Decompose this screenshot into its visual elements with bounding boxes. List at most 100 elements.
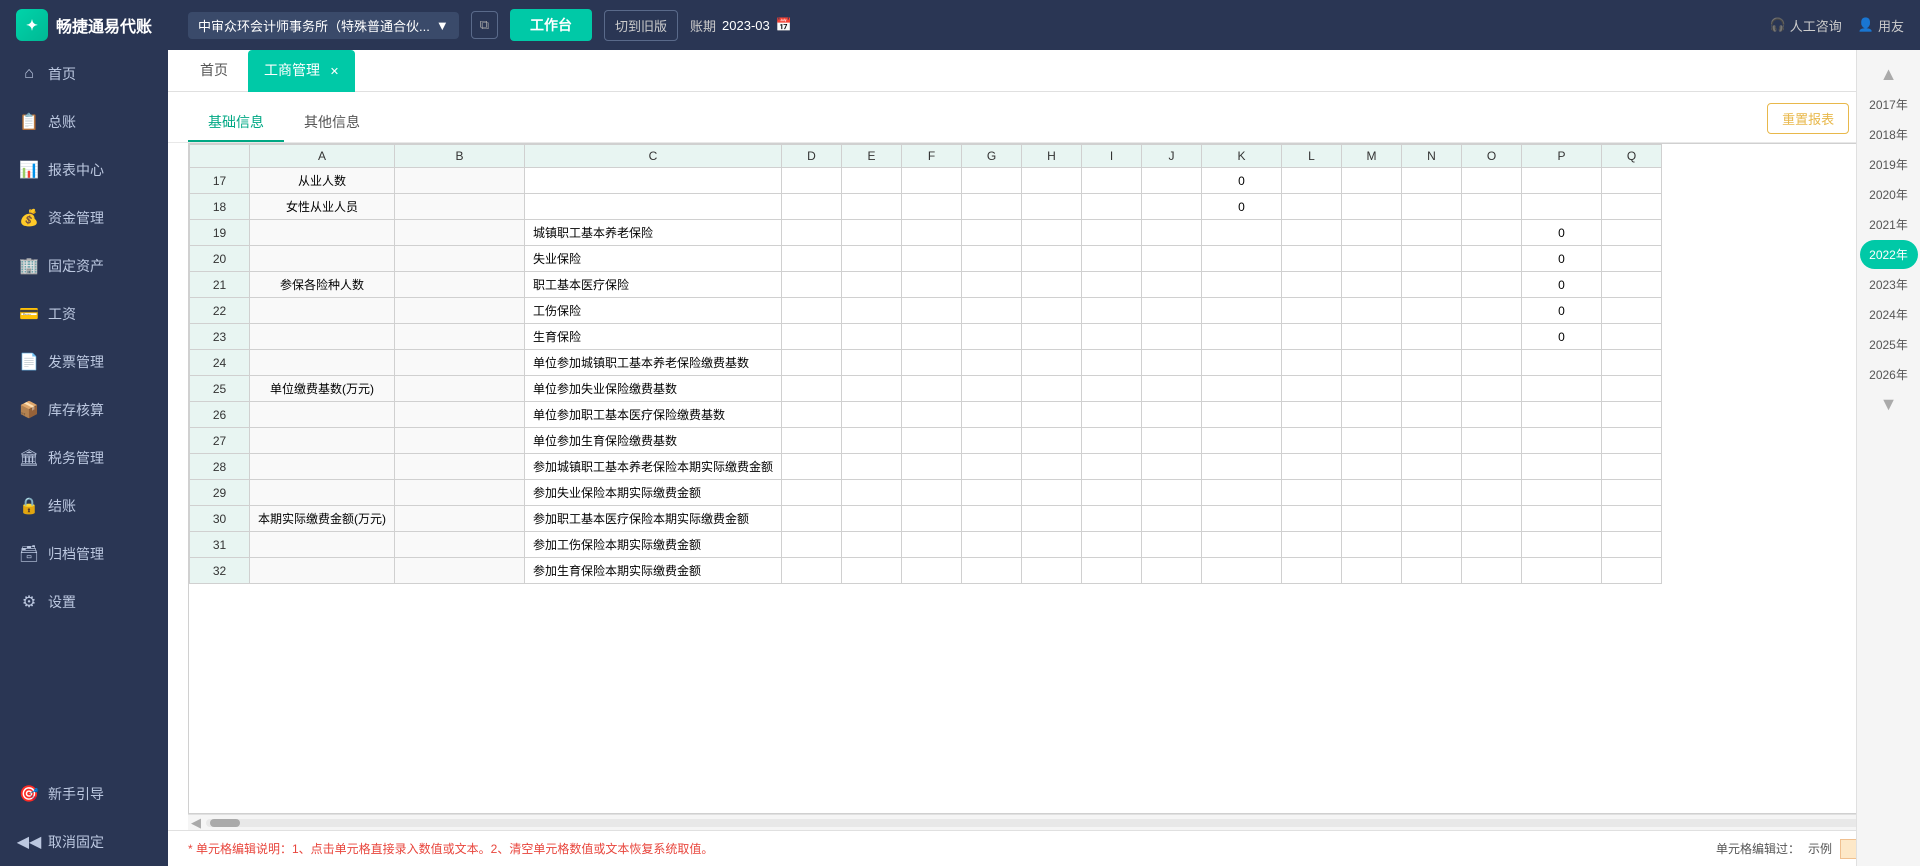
cell-empty[interactable] xyxy=(1462,220,1522,246)
cell-col-k[interactable] xyxy=(1202,298,1282,324)
cell-empty[interactable] xyxy=(1022,428,1082,454)
cell-empty[interactable] xyxy=(902,454,962,480)
cell-col-p[interactable] xyxy=(1522,376,1602,402)
cell-col-p[interactable] xyxy=(1522,506,1602,532)
cell-empty[interactable] xyxy=(1142,376,1202,402)
sidebar-item-invoice[interactable]: 📄 发票管理 xyxy=(0,338,168,386)
cell-empty[interactable] xyxy=(842,220,902,246)
cell-empty[interactable] xyxy=(1022,324,1082,350)
cell-col-b[interactable] xyxy=(395,558,525,584)
cell-empty[interactable] xyxy=(1342,532,1402,558)
cell-empty[interactable] xyxy=(1282,350,1342,376)
cell-empty[interactable] xyxy=(1082,298,1142,324)
year-item[interactable]: 2019年 xyxy=(1860,150,1918,179)
cell-col-p[interactable] xyxy=(1522,194,1602,220)
spreadsheet-scroll[interactable]: A B C D E F G H I J K L M xyxy=(188,143,1900,814)
cell-empty[interactable] xyxy=(1462,350,1522,376)
cell-col-b[interactable] xyxy=(395,272,525,298)
calendar-icon[interactable]: 📅 xyxy=(776,17,792,33)
cell-col-q[interactable] xyxy=(1602,350,1662,376)
cell-col-k[interactable] xyxy=(1202,532,1282,558)
year-item[interactable]: 2022年 xyxy=(1860,240,1918,269)
cell-col-a[interactable] xyxy=(250,298,395,324)
cell-empty[interactable] xyxy=(1282,246,1342,272)
cell-col-c[interactable] xyxy=(525,168,782,194)
year-item[interactable]: 2017年 xyxy=(1860,90,1918,119)
cell-empty[interactable] xyxy=(782,324,842,350)
cell-empty[interactable] xyxy=(1142,428,1202,454)
cell-col-a[interactable] xyxy=(250,246,395,272)
cell-empty[interactable] xyxy=(1342,220,1402,246)
cell-col-c[interactable]: 参加职工基本医疗保险本期实际缴费金额 xyxy=(525,506,782,532)
cell-empty[interactable] xyxy=(1462,480,1522,506)
cell-empty[interactable] xyxy=(1022,532,1082,558)
tab-home[interactable]: 首页 xyxy=(184,50,244,92)
cell-empty[interactable] xyxy=(1082,168,1142,194)
cell-empty[interactable] xyxy=(1282,194,1342,220)
cell-empty[interactable] xyxy=(1022,194,1082,220)
cell-empty[interactable] xyxy=(1402,558,1462,584)
cell-empty[interactable] xyxy=(1082,480,1142,506)
cell-col-p[interactable]: 0 xyxy=(1522,298,1602,324)
cell-col-k[interactable] xyxy=(1202,454,1282,480)
cell-empty[interactable] xyxy=(1342,246,1402,272)
cell-col-p[interactable]: 0 xyxy=(1522,246,1602,272)
sidebar-item-ledger[interactable]: 📋 总账 xyxy=(0,98,168,146)
cell-empty[interactable] xyxy=(1082,558,1142,584)
cell-col-a[interactable] xyxy=(250,532,395,558)
cell-empty[interactable] xyxy=(1082,532,1142,558)
cell-empty[interactable] xyxy=(1282,402,1342,428)
cell-empty[interactable] xyxy=(1342,402,1402,428)
cell-col-b[interactable] xyxy=(395,480,525,506)
cell-empty[interactable] xyxy=(1462,246,1522,272)
cell-empty[interactable] xyxy=(962,402,1022,428)
cell-empty[interactable] xyxy=(1342,324,1402,350)
cell-empty[interactable] xyxy=(842,376,902,402)
cell-empty[interactable] xyxy=(842,558,902,584)
year-item[interactable]: 2020年 xyxy=(1860,180,1918,209)
cell-col-b[interactable] xyxy=(395,324,525,350)
cell-empty[interactable] xyxy=(1022,558,1082,584)
cell-col-p[interactable] xyxy=(1522,454,1602,480)
cell-col-p[interactable]: 0 xyxy=(1522,324,1602,350)
cell-col-p[interactable]: 0 xyxy=(1522,272,1602,298)
cell-empty[interactable] xyxy=(962,480,1022,506)
cell-empty[interactable] xyxy=(962,168,1022,194)
cell-empty[interactable] xyxy=(1142,558,1202,584)
cell-empty[interactable] xyxy=(1282,558,1342,584)
cell-empty[interactable] xyxy=(1402,272,1462,298)
sidebar-item-payroll[interactable]: 💳 工资 xyxy=(0,290,168,338)
cell-empty[interactable] xyxy=(902,428,962,454)
cell-empty[interactable] xyxy=(962,220,1022,246)
cell-col-b[interactable] xyxy=(395,402,525,428)
cell-empty[interactable] xyxy=(782,350,842,376)
year-up-arrow[interactable]: ▲ xyxy=(1876,60,1902,89)
cell-col-k[interactable] xyxy=(1202,506,1282,532)
cell-empty[interactable] xyxy=(1022,454,1082,480)
cell-empty[interactable] xyxy=(1402,194,1462,220)
cell-col-c[interactable]: 单位参加生育保险缴费基数 xyxy=(525,428,782,454)
cell-empty[interactable] xyxy=(962,350,1022,376)
cell-col-c[interactable]: 参加城镇职工基本养老保险本期实际缴费金额 xyxy=(525,454,782,480)
cell-empty[interactable] xyxy=(782,272,842,298)
cell-col-k[interactable] xyxy=(1202,558,1282,584)
cell-col-c[interactable]: 参加工伤保险本期实际缴费金额 xyxy=(525,532,782,558)
cell-empty[interactable] xyxy=(1022,506,1082,532)
cell-empty[interactable] xyxy=(782,194,842,220)
cell-empty[interactable] xyxy=(1082,376,1142,402)
cell-col-k[interactable] xyxy=(1202,324,1282,350)
cell-empty[interactable] xyxy=(1082,506,1142,532)
cell-empty[interactable] xyxy=(1342,506,1402,532)
year-item[interactable]: 2026年 xyxy=(1860,360,1918,389)
sidebar-item-reports[interactable]: 📊 报表中心 xyxy=(0,146,168,194)
cell-empty[interactable] xyxy=(1402,480,1462,506)
cell-empty[interactable] xyxy=(1402,168,1462,194)
cell-col-q[interactable] xyxy=(1602,506,1662,532)
cell-col-q[interactable] xyxy=(1602,532,1662,558)
cell-empty[interactable] xyxy=(1462,376,1522,402)
cell-empty[interactable] xyxy=(1282,376,1342,402)
cell-empty[interactable] xyxy=(1342,558,1402,584)
cell-empty[interactable] xyxy=(1282,454,1342,480)
cell-empty[interactable] xyxy=(1462,532,1522,558)
cell-empty[interactable] xyxy=(1342,480,1402,506)
